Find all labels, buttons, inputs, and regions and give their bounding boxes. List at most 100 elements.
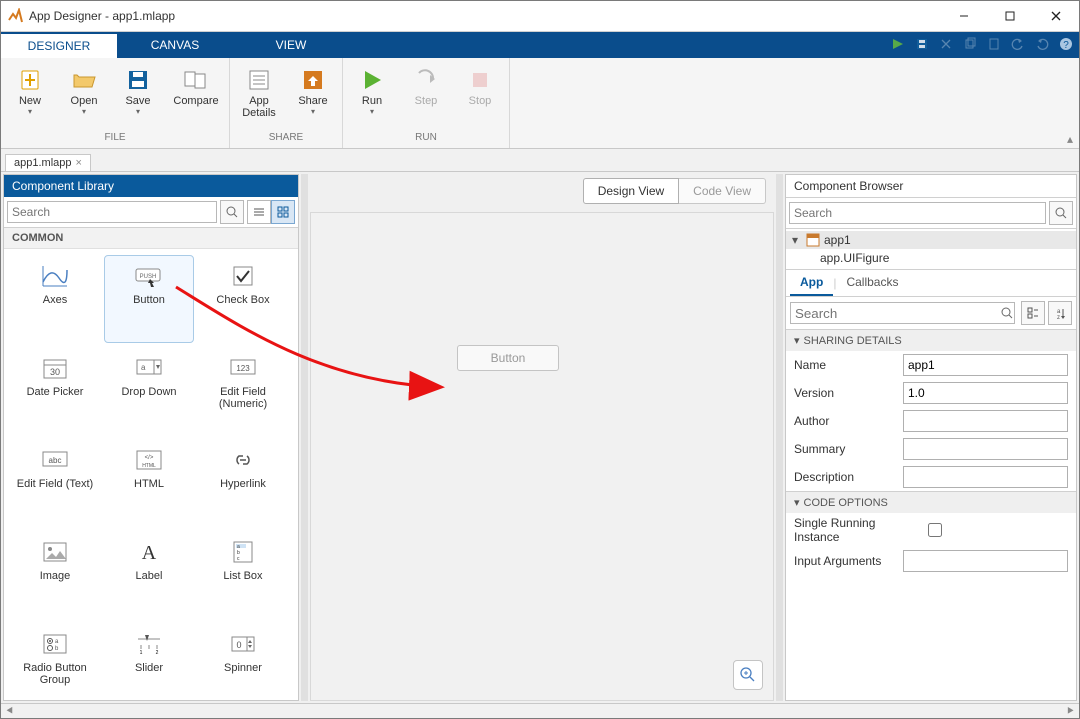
maximize-button[interactable] (987, 1, 1033, 31)
component-image[interactable]: Image (10, 531, 100, 619)
component-checkbox[interactable]: Check Box (198, 255, 288, 343)
component-datepicker[interactable]: 30Date Picker (10, 347, 100, 435)
property-search-icon[interactable] (996, 302, 1018, 324)
new-button[interactable]: New▾ (3, 62, 57, 121)
canvas[interactable]: Button (310, 212, 774, 701)
minimize-button[interactable] (941, 1, 987, 31)
svg-text:</>: </> (145, 455, 154, 461)
search-icon[interactable] (220, 200, 244, 224)
prop-version-input[interactable] (903, 382, 1068, 404)
app-details-button[interactable]: App Details (232, 62, 286, 124)
component-browser-panel: Component Browser ▾ app1 app.UIFigure Ap… (785, 174, 1077, 701)
prop-tab-callbacks[interactable]: Callbacks (836, 270, 908, 296)
component-spinner[interactable]: 0Spinner (198, 623, 288, 700)
tab-view[interactable]: VIEW (233, 32, 349, 58)
grid-view-button[interactable] (271, 200, 295, 224)
section-code-options[interactable]: ▾CODE OPTIONS (786, 492, 1076, 513)
run-button[interactable]: Run▾ (345, 62, 399, 121)
prop-sri-checkbox[interactable] (928, 523, 942, 537)
close-doc-icon[interactable]: × (76, 157, 82, 169)
prop-author-input[interactable] (903, 410, 1068, 432)
app-icon (806, 233, 820, 247)
ribbon-toolbar: New▾ Open▾ Save▾ Compare FILE (1, 58, 1079, 149)
svg-text:30: 30 (50, 367, 60, 377)
compare-button[interactable]: Compare (165, 62, 227, 112)
browser-search-icon[interactable] (1049, 201, 1073, 225)
browser-search-input[interactable] (789, 202, 1046, 224)
property-search-input[interactable] (790, 302, 1015, 324)
open-button[interactable]: Open▾ (57, 62, 111, 121)
minimize-ribbon-icon[interactable]: ▴ (1067, 132, 1073, 146)
component-browser-title: Component Browser (786, 175, 1076, 198)
cut-quick-icon[interactable] (939, 37, 953, 54)
document-tab-label: app1.mlapp (14, 157, 72, 169)
canvas-button-component[interactable]: Button (457, 345, 559, 371)
component-slider[interactable]: 12Slider (104, 623, 194, 700)
document-tab-app1[interactable]: app1.mlapp × (5, 154, 91, 171)
svg-text:a: a (141, 363, 146, 372)
paste-quick-icon[interactable] (987, 37, 1001, 54)
scroll-left-icon[interactable]: ⯇ (5, 704, 15, 719)
prop-inputargs-input[interactable] (903, 550, 1068, 572)
tab-designer[interactable]: DESIGNER (1, 32, 117, 58)
prop-tab-app[interactable]: App (790, 270, 833, 296)
tree-node-uifigure[interactable]: app.UIFigure (786, 249, 1076, 267)
stop-button[interactable]: Stop (453, 62, 507, 112)
svg-text:HTML: HTML (142, 463, 156, 469)
copy-quick-icon[interactable] (963, 37, 977, 54)
component-axes[interactable]: Axes (10, 255, 100, 343)
prop-name-label: Name (794, 358, 903, 372)
redo-quick-icon[interactable] (1035, 37, 1049, 54)
right-splitter[interactable] (776, 174, 783, 701)
component-search-input[interactable] (7, 201, 217, 223)
ribbon-group-file: FILE (1, 132, 229, 148)
component-hyperlink[interactable]: Hyperlink (198, 439, 288, 527)
zoom-button[interactable] (733, 660, 763, 690)
component-editfield-numeric[interactable]: 123Edit Field (Numeric) (198, 347, 288, 435)
expand-icon[interactable]: ▾ (792, 233, 802, 247)
svg-text:A: A (142, 542, 157, 564)
undo-quick-icon[interactable] (1011, 37, 1025, 54)
save-quick-icon[interactable] (915, 37, 929, 54)
prop-summary-input[interactable] (903, 438, 1068, 460)
design-view-button[interactable]: Design View (583, 178, 679, 204)
scroll-right-icon[interactable]: ⯈ (1065, 704, 1075, 719)
run-quick-icon[interactable] (891, 37, 905, 54)
tree-root-label: app1 (824, 233, 851, 247)
section-sharing-details[interactable]: ▾SHARING DETAILS (786, 330, 1076, 351)
component-library-title: Component Library (4, 175, 298, 197)
component-radiobuttongroup[interactable]: abRadio Button Group (10, 623, 100, 700)
code-view-button[interactable]: Code View (679, 178, 766, 204)
svg-text:2: 2 (156, 650, 159, 655)
share-button[interactable]: Share▾ (286, 62, 340, 121)
tab-canvas[interactable]: CANVAS (117, 32, 233, 58)
prop-description-input[interactable] (903, 466, 1068, 488)
component-button[interactable]: PUSHButton (104, 255, 194, 343)
ribbon-group-run: RUN (343, 132, 509, 148)
prop-description-label: Description (794, 470, 903, 484)
left-splitter[interactable] (301, 174, 308, 701)
component-dropdown[interactable]: aDrop Down (104, 347, 194, 435)
document-tab-bar: app1.mlapp × (1, 149, 1079, 172)
save-button[interactable]: Save▾ (111, 62, 165, 121)
svg-text:?: ? (1063, 40, 1069, 51)
step-button[interactable]: Step (399, 62, 453, 112)
component-library-panel: Component Library COMMON Axes PUSHButton… (3, 174, 299, 701)
svg-text:abc: abc (49, 456, 62, 465)
alphabetical-view-icon[interactable]: az (1048, 301, 1072, 325)
list-view-button[interactable] (247, 200, 271, 224)
ribbon-group-share: SHARE (230, 132, 342, 148)
svg-text:z: z (1057, 315, 1060, 319)
prop-summary-label: Summary (794, 442, 903, 456)
window-title: App Designer - app1.mlapp (29, 9, 941, 23)
design-area: Design View Code View Button (308, 172, 776, 703)
categorized-view-icon[interactable] (1021, 301, 1045, 325)
help-quick-icon[interactable]: ? (1059, 37, 1073, 54)
close-button[interactable] (1033, 1, 1079, 31)
component-html[interactable]: </>HTMLHTML (104, 439, 194, 527)
component-label[interactable]: ALabel (104, 531, 194, 619)
prop-name-input[interactable] (903, 354, 1068, 376)
tree-node-app1[interactable]: ▾ app1 (786, 231, 1076, 249)
component-listbox[interactable]: abcList Box (198, 531, 288, 619)
component-editfield-text[interactable]: abcEdit Field (Text) (10, 439, 100, 527)
